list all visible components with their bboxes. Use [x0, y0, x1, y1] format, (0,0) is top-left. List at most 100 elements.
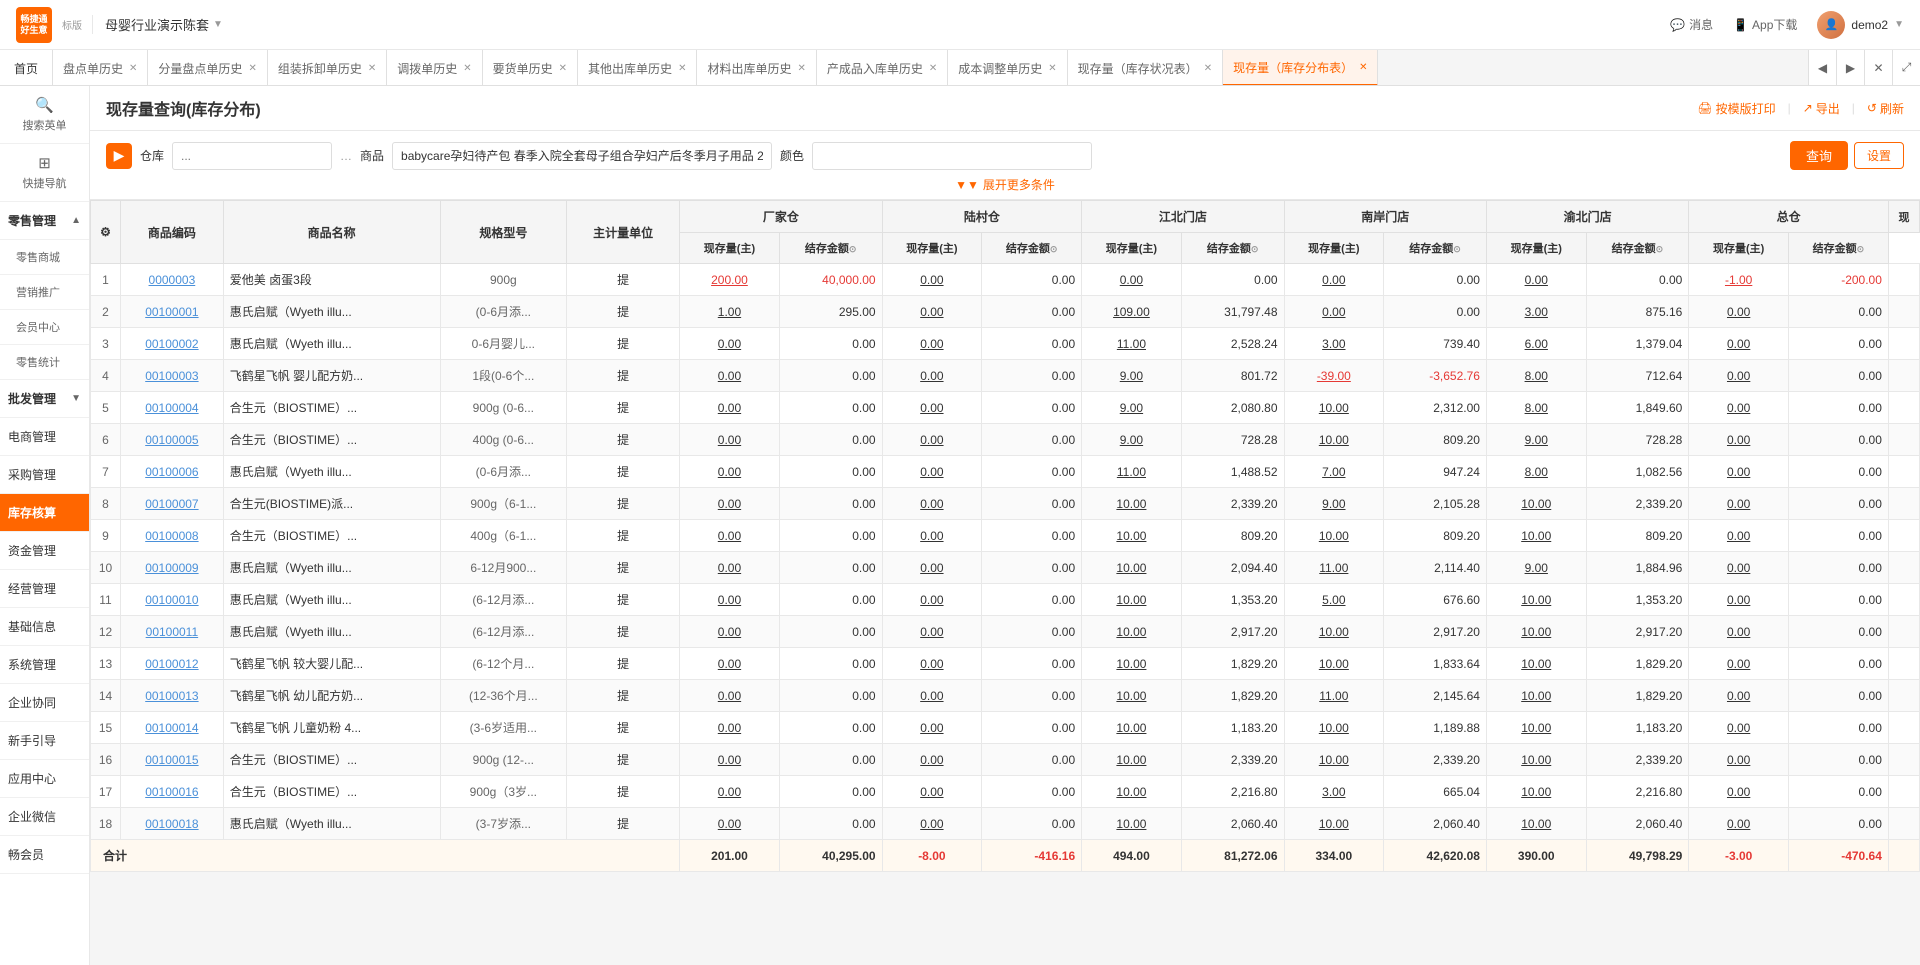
row-nanan-qty[interactable]: 9.00: [1284, 488, 1384, 520]
row-nanan-qty[interactable]: 5.00: [1284, 584, 1384, 616]
row-jiangbei-qty[interactable]: 11.00: [1082, 456, 1182, 488]
row-jiangbei-qty[interactable]: 10.00: [1082, 584, 1182, 616]
tab-close-4[interactable]: ✕: [463, 63, 471, 74]
user-area[interactable]: 👤 demo2 ▼: [1817, 11, 1904, 39]
expand-more-btn[interactable]: ▼▼ 展开更多条件: [955, 176, 1055, 193]
row-code[interactable]: 00100015: [121, 744, 224, 776]
row-nanan-qty[interactable]: -39.00: [1284, 360, 1384, 392]
row-total-qty[interactable]: 0.00: [1689, 712, 1789, 744]
row-factory-qty[interactable]: 0.00: [680, 328, 780, 360]
row-jiangbei-qty[interactable]: 9.00: [1082, 424, 1182, 456]
sidebar-item-purchase[interactable]: 采购管理: [0, 456, 89, 494]
row-factory-qty[interactable]: 0.00: [680, 616, 780, 648]
row-lucun-qty[interactable]: 0.00: [882, 808, 982, 840]
row-jiangbei-qty[interactable]: 10.00: [1082, 552, 1182, 584]
row-factory-qty[interactable]: 0.00: [680, 392, 780, 424]
row-lucun-qty[interactable]: 0.00: [882, 488, 982, 520]
tab-expand-btn[interactable]: ⤢: [1892, 50, 1920, 85]
tab-inventory-single[interactable]: 盘点单历史 ✕: [53, 50, 148, 86]
search-btn[interactable]: 查询: [1790, 141, 1848, 170]
row-code[interactable]: 00100011: [121, 616, 224, 648]
sidebar-item-shortcut[interactable]: ⊞ 快捷导航: [0, 144, 89, 202]
row-jiangbei-qty[interactable]: 9.00: [1082, 392, 1182, 424]
row-jiangbei-qty[interactable]: 9.00: [1082, 360, 1182, 392]
row-factory-qty[interactable]: 0.00: [680, 360, 780, 392]
row-factory-qty[interactable]: 0.00: [680, 648, 780, 680]
row-yubei-qty[interactable]: 6.00: [1486, 328, 1586, 360]
row-yubei-qty[interactable]: 10.00: [1486, 744, 1586, 776]
row-nanan-qty[interactable]: 10.00: [1284, 808, 1384, 840]
sidebar-item-retail-store[interactable]: 零售商城: [0, 240, 89, 275]
goods-input[interactable]: [392, 142, 772, 170]
export-btn[interactable]: ↗ 导出: [1803, 100, 1840, 117]
row-factory-qty[interactable]: 0.00: [680, 712, 780, 744]
tab-assembly[interactable]: 组装拆卸单历史 ✕: [268, 50, 387, 86]
row-yubei-qty[interactable]: 10.00: [1486, 520, 1586, 552]
tab-order[interactable]: 要货单历史 ✕: [483, 50, 578, 86]
row-total-qty[interactable]: -1.00: [1689, 264, 1789, 296]
message-btn[interactable]: 💬 消息: [1670, 16, 1713, 33]
row-yubei-qty[interactable]: 9.00: [1486, 424, 1586, 456]
tab-close-9[interactable]: ✕: [1048, 63, 1056, 74]
row-code[interactable]: 00100003: [121, 360, 224, 392]
refresh-btn[interactable]: ↺ 刷新: [1867, 100, 1904, 117]
tab-close-8[interactable]: ✕: [929, 63, 937, 74]
row-nanan-qty[interactable]: 10.00: [1284, 520, 1384, 552]
row-lucun-qty[interactable]: 0.00: [882, 616, 982, 648]
row-factory-qty[interactable]: 0.00: [680, 776, 780, 808]
row-factory-qty[interactable]: 0.00: [680, 808, 780, 840]
row-total-qty[interactable]: 0.00: [1689, 328, 1789, 360]
row-nanan-qty[interactable]: 10.00: [1284, 712, 1384, 744]
tab-transfer[interactable]: 调拨单历史 ✕: [387, 50, 482, 86]
tab-cost-adjust[interactable]: 成本调整单历史 ✕: [948, 50, 1067, 86]
row-total-qty[interactable]: 0.00: [1689, 616, 1789, 648]
row-jiangbei-qty[interactable]: 0.00: [1082, 264, 1182, 296]
row-lucun-qty[interactable]: 0.00: [882, 648, 982, 680]
row-code[interactable]: 00100016: [121, 776, 224, 808]
row-lucun-qty[interactable]: 0.00: [882, 328, 982, 360]
sidebar-item-ecommerce[interactable]: 电商管理: [0, 418, 89, 456]
tab-product-in[interactable]: 产成品入库单历史 ✕: [817, 50, 948, 86]
sidebar-item-basic[interactable]: 基础信息: [0, 608, 89, 646]
row-lucun-qty[interactable]: 0.00: [882, 552, 982, 584]
expand-arrow-btn[interactable]: ▶: [106, 143, 132, 169]
row-nanan-qty[interactable]: 10.00: [1284, 392, 1384, 424]
sidebar-item-member[interactable]: 会员中心: [0, 310, 89, 345]
setting-btn[interactable]: 设置: [1854, 142, 1904, 169]
row-yubei-qty[interactable]: 10.00: [1486, 776, 1586, 808]
row-code[interactable]: 00100007: [121, 488, 224, 520]
tab-close-1[interactable]: ✕: [129, 63, 137, 74]
row-nanan-qty[interactable]: 0.00: [1284, 264, 1384, 296]
row-total-qty[interactable]: 0.00: [1689, 648, 1789, 680]
row-nanan-qty[interactable]: 10.00: [1284, 424, 1384, 456]
tab-close-5[interactable]: ✕: [559, 63, 567, 74]
row-lucun-qty[interactable]: 0.00: [882, 424, 982, 456]
tab-sub-inventory[interactable]: 分量盘点单历史 ✕: [148, 50, 267, 86]
sidebar-item-guide[interactable]: 新手引导: [0, 722, 89, 760]
row-yubei-qty[interactable]: 10.00: [1486, 488, 1586, 520]
row-yubei-qty[interactable]: 10.00: [1486, 616, 1586, 648]
row-nanan-qty[interactable]: 7.00: [1284, 456, 1384, 488]
sidebar-item-business[interactable]: 经营管理: [0, 570, 89, 608]
sidebar-item-retail-stats[interactable]: 零售统计: [0, 345, 89, 380]
row-code[interactable]: 00100012: [121, 648, 224, 680]
row-jiangbei-qty[interactable]: 10.00: [1082, 488, 1182, 520]
row-nanan-qty[interactable]: 11.00: [1284, 552, 1384, 584]
row-jiangbei-qty[interactable]: 10.00: [1082, 680, 1182, 712]
row-yubei-qty[interactable]: 9.00: [1486, 552, 1586, 584]
row-code[interactable]: 00100010: [121, 584, 224, 616]
row-yubei-qty[interactable]: 8.00: [1486, 392, 1586, 424]
row-jiangbei-qty[interactable]: 10.00: [1082, 808, 1182, 840]
color-input[interactable]: [812, 142, 1092, 170]
tab-close-7[interactable]: ✕: [797, 63, 805, 74]
row-code[interactable]: 00100018: [121, 808, 224, 840]
row-total-qty[interactable]: 0.00: [1689, 360, 1789, 392]
row-lucun-qty[interactable]: 0.00: [882, 264, 982, 296]
tab-other-out[interactable]: 其他出库单历史 ✕: [578, 50, 697, 86]
app-download-btn[interactable]: 📱 App下载: [1733, 16, 1797, 33]
sidebar-item-wholesale[interactable]: 批发管理 ▼: [0, 380, 89, 418]
tab-next-btn[interactable]: ▶: [1836, 50, 1864, 85]
tab-close-11[interactable]: ✕: [1359, 62, 1367, 73]
tab-stock-status[interactable]: 现存量（库存状况表） ✕: [1068, 50, 1223, 86]
company-selector[interactable]: 母婴行业演示陈套 ▼: [92, 15, 223, 34]
